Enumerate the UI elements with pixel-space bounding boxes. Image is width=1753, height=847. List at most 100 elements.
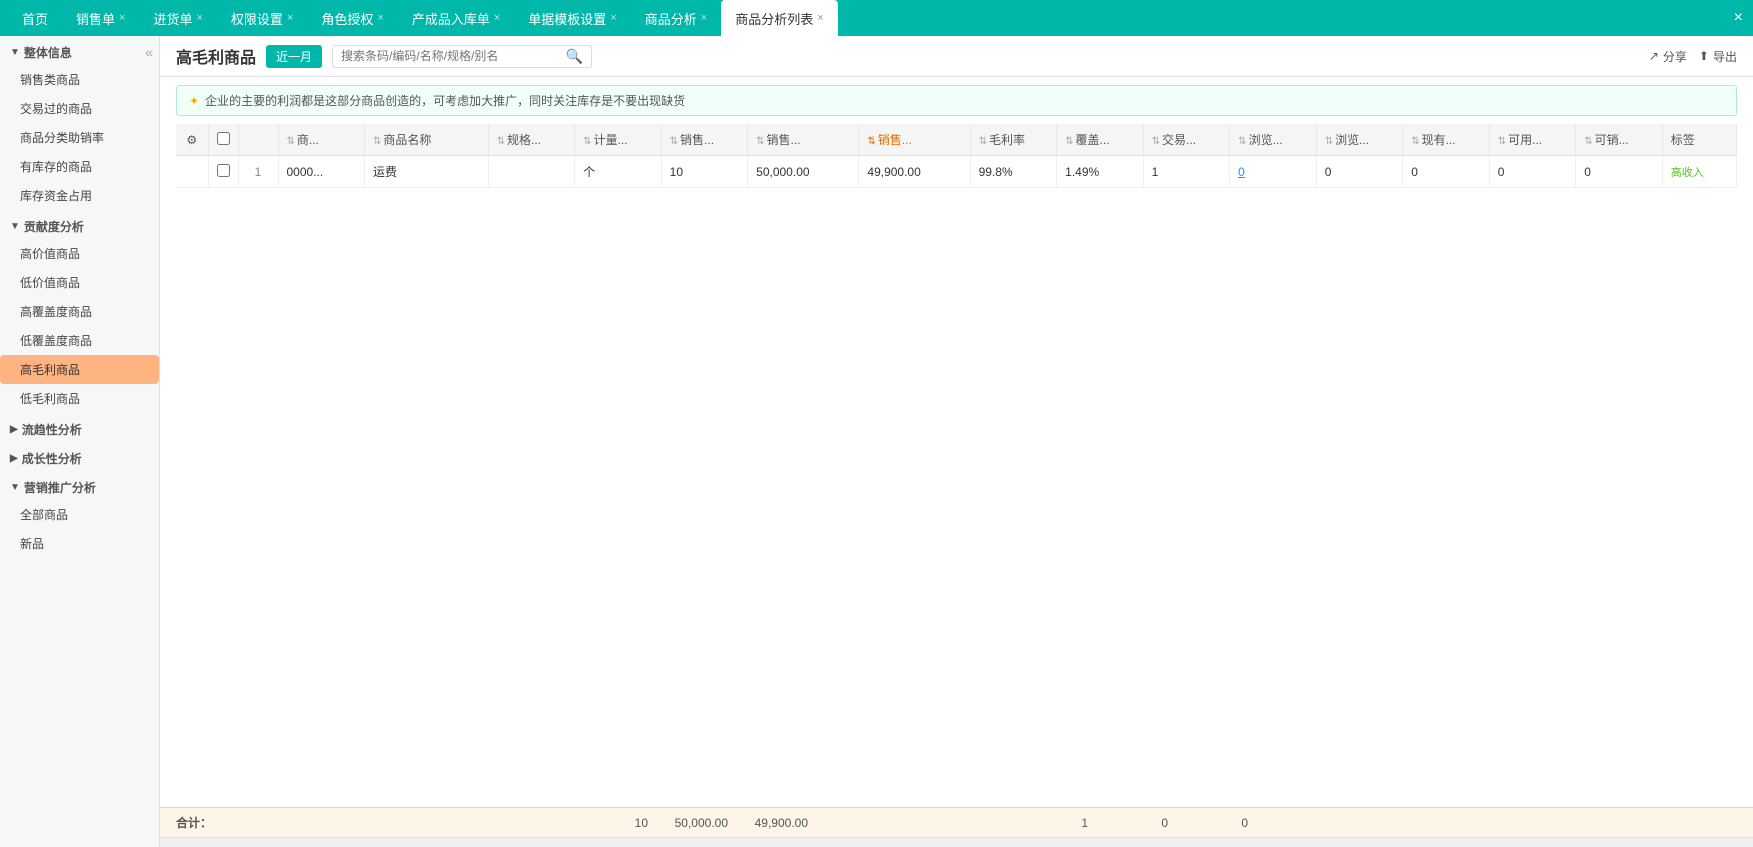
col-spec[interactable]: ⇅规格... xyxy=(488,124,575,156)
share-icon: ↗ xyxy=(1649,49,1659,63)
col-stock-avail[interactable]: ⇅可用... xyxy=(1489,124,1576,156)
cell-sales-qty: 10 xyxy=(661,156,748,188)
cell-checkbox[interactable] xyxy=(208,156,238,188)
col-sales-amount[interactable]: ⇅销售... xyxy=(748,124,859,156)
search-icon[interactable]: 🔍 xyxy=(566,48,583,65)
cell-stock-avail: 0 xyxy=(1489,156,1576,188)
col-gross-rate[interactable]: ⇅毛利率 xyxy=(970,124,1057,156)
nav-close-template-settings[interactable]: × xyxy=(610,12,616,24)
col-settings[interactable]: ⚙ xyxy=(176,124,208,156)
cell-transactions: 1 xyxy=(1143,156,1230,188)
export-button[interactable]: ⬆ 导出 xyxy=(1699,48,1737,65)
cell-code: 0000... xyxy=(278,156,365,188)
page-title: 高毛利商品 xyxy=(176,44,256,68)
arrow-icon-5: ▼ xyxy=(10,482,20,493)
select-all-checkbox[interactable] xyxy=(217,132,230,145)
export-icon: ⬆ xyxy=(1699,49,1709,63)
nav-role-auth[interactable]: 角色授权 × xyxy=(307,0,397,36)
sidebar-section-flow[interactable]: ▶ 流趋性分析 xyxy=(0,413,159,442)
nav-close-role-auth[interactable]: × xyxy=(377,12,383,24)
col-num xyxy=(238,124,278,156)
data-table-wrapper: ⚙ ⇅商... ⇅商品名称 ⇅规格... ⇅计量... ⇅销售... ⇅销售..… xyxy=(176,124,1737,807)
sidebar-item-high-margin[interactable]: 高毛利商品 xyxy=(0,355,159,384)
col-sales-cost[interactable]: ⇅销售... xyxy=(859,124,970,156)
search-box: 🔍 xyxy=(332,45,592,68)
sidebar-item-sales-goods[interactable]: 销售类商品 xyxy=(0,65,159,94)
nav-close-product-analysis[interactable]: × xyxy=(701,12,707,24)
close-all-tabs[interactable]: × xyxy=(1734,9,1743,27)
cell-stock-sell: 0 xyxy=(1576,156,1663,188)
sidebar-item-category-rate[interactable]: 商品分类助销率 xyxy=(0,123,159,152)
cell-coverage: 1.49% xyxy=(1057,156,1144,188)
sidebar-item-low-value[interactable]: 低价值商品 xyxy=(0,268,159,297)
nav-close-purchase-order[interactable]: × xyxy=(196,12,202,24)
footer-sales-qty: 10 xyxy=(356,816,656,830)
col-tag: 标签 xyxy=(1662,124,1736,156)
table-header-row: ⚙ ⇅商... ⇅商品名称 ⇅规格... ⇅计量... ⇅销售... ⇅销售..… xyxy=(176,124,1737,156)
col-stock-cur[interactable]: ⇅现有... xyxy=(1403,124,1490,156)
nav-product-analysis-list[interactable]: 商品分析列表 × xyxy=(721,0,837,36)
nav-close-product-inbound[interactable]: × xyxy=(494,12,500,24)
nav-product-inbound[interactable]: 产成品入库单 × xyxy=(398,0,514,36)
nav-sales-order[interactable]: 销售单 × xyxy=(62,0,139,36)
footer-stock-avail: 0 xyxy=(1176,816,1256,830)
col-code[interactable]: ⇅商... xyxy=(278,124,365,156)
cell-gross-rate: 99.8% xyxy=(970,156,1057,188)
col-browse2[interactable]: ⇅浏览... xyxy=(1316,124,1403,156)
cell-browse2: 0 xyxy=(1316,156,1403,188)
sidebar-section-overall[interactable]: ▼ 整体信息 xyxy=(0,36,159,65)
nav-product-analysis[interactable]: 商品分析 × xyxy=(631,0,721,36)
info-text: 企业的主要的利润都是这部分商品创造的，可考虑加大推广，同时关注库存是不要出现缺货 xyxy=(205,92,685,109)
cell-settings xyxy=(176,156,208,188)
col-unit[interactable]: ⇅计量... xyxy=(575,124,662,156)
col-stock-sell[interactable]: ⇅可销... xyxy=(1576,124,1663,156)
row-checkbox[interactable] xyxy=(217,164,230,177)
recent-month-button[interactable]: 近一月 xyxy=(266,45,322,68)
table-row: 1 0000... 运费 个 10 50,000.00 49,900.00 99… xyxy=(176,156,1737,188)
sidebar-section-contribution[interactable]: ▼ 贡献度分析 xyxy=(0,210,159,239)
cell-browse1[interactable]: 0 xyxy=(1230,156,1317,188)
search-input[interactable] xyxy=(341,49,562,63)
sidebar-item-stock-capital[interactable]: 库存资金占用 xyxy=(0,181,159,210)
cell-unit: 个 xyxy=(575,156,662,188)
cell-spec xyxy=(488,156,575,188)
nav-home[interactable]: 首页 xyxy=(8,0,62,36)
sidebar-item-new-goods[interactable]: 新品 xyxy=(0,529,159,558)
col-checkbox[interactable] xyxy=(208,124,238,156)
arrow-icon: ▼ xyxy=(10,47,20,58)
nav-close-sales-order[interactable]: × xyxy=(119,12,125,24)
cell-sales-amount: 50,000.00 xyxy=(748,156,859,188)
col-browse1[interactable]: ⇅浏览... xyxy=(1230,124,1317,156)
main-layout: « ▼ 整体信息 销售类商品 交易过的商品 商品分类助销率 有库存的商品 库存资… xyxy=(0,36,1753,847)
col-name[interactable]: ⇅商品名称 xyxy=(365,124,489,156)
nav-purchase-order[interactable]: 进货单 × xyxy=(139,0,216,36)
col-coverage[interactable]: ⇅覆盖... xyxy=(1057,124,1144,156)
share-button[interactable]: ↗ 分享 xyxy=(1649,48,1687,65)
col-sales-qty[interactable]: ⇅销售... xyxy=(661,124,748,156)
sidebar-item-high-value[interactable]: 高价值商品 xyxy=(0,239,159,268)
arrow-icon-2: ▼ xyxy=(10,221,20,232)
sidebar-item-in-stock[interactable]: 有库存的商品 xyxy=(0,152,159,181)
info-banner: ✦ 企业的主要的利润都是这部分商品创造的，可考虑加大推广，同时关注库存是不要出现… xyxy=(176,85,1737,116)
nav-permissions[interactable]: 权限设置 × xyxy=(217,0,307,36)
sidebar-item-high-coverage[interactable]: 高覆盖度商品 xyxy=(0,297,159,326)
sidebar-section-marketing[interactable]: ▼ 营销推广分析 xyxy=(0,471,159,500)
nav-close-permissions[interactable]: × xyxy=(287,12,293,24)
cell-stock-cur: 0 xyxy=(1403,156,1490,188)
col-transactions[interactable]: ⇅交易... xyxy=(1143,124,1230,156)
footer-transactions: 1 xyxy=(816,816,1096,830)
sidebar-item-all-goods[interactable]: 全部商品 xyxy=(0,500,159,529)
sidebar: « ▼ 整体信息 销售类商品 交易过的商品 商品分类助销率 有库存的商品 库存资… xyxy=(0,36,160,847)
top-navigation: 首页 销售单 × 进货单 × 权限设置 × 角色授权 × 产成品入库单 × 单据… xyxy=(0,0,1753,36)
header-actions: ↗ 分享 ⬆ 导出 xyxy=(1649,48,1737,65)
sidebar-item-low-margin[interactable]: 低毛利商品 xyxy=(0,384,159,413)
footer-sales-cost: 49,900.00 xyxy=(736,816,816,830)
sidebar-item-low-coverage[interactable]: 低覆盖度商品 xyxy=(0,326,159,355)
browse1-link[interactable]: 0 xyxy=(1238,165,1245,179)
sidebar-section-growth[interactable]: ▶ 成长性分析 xyxy=(0,442,159,471)
sidebar-collapse-button[interactable]: « xyxy=(145,44,153,60)
nav-template-settings[interactable]: 单据模板设置 × xyxy=(514,0,630,36)
sidebar-item-traded-goods[interactable]: 交易过的商品 xyxy=(0,94,159,123)
nav-close-product-analysis-list[interactable]: × xyxy=(817,12,823,24)
horizontal-scrollbar[interactable] xyxy=(160,837,1753,847)
